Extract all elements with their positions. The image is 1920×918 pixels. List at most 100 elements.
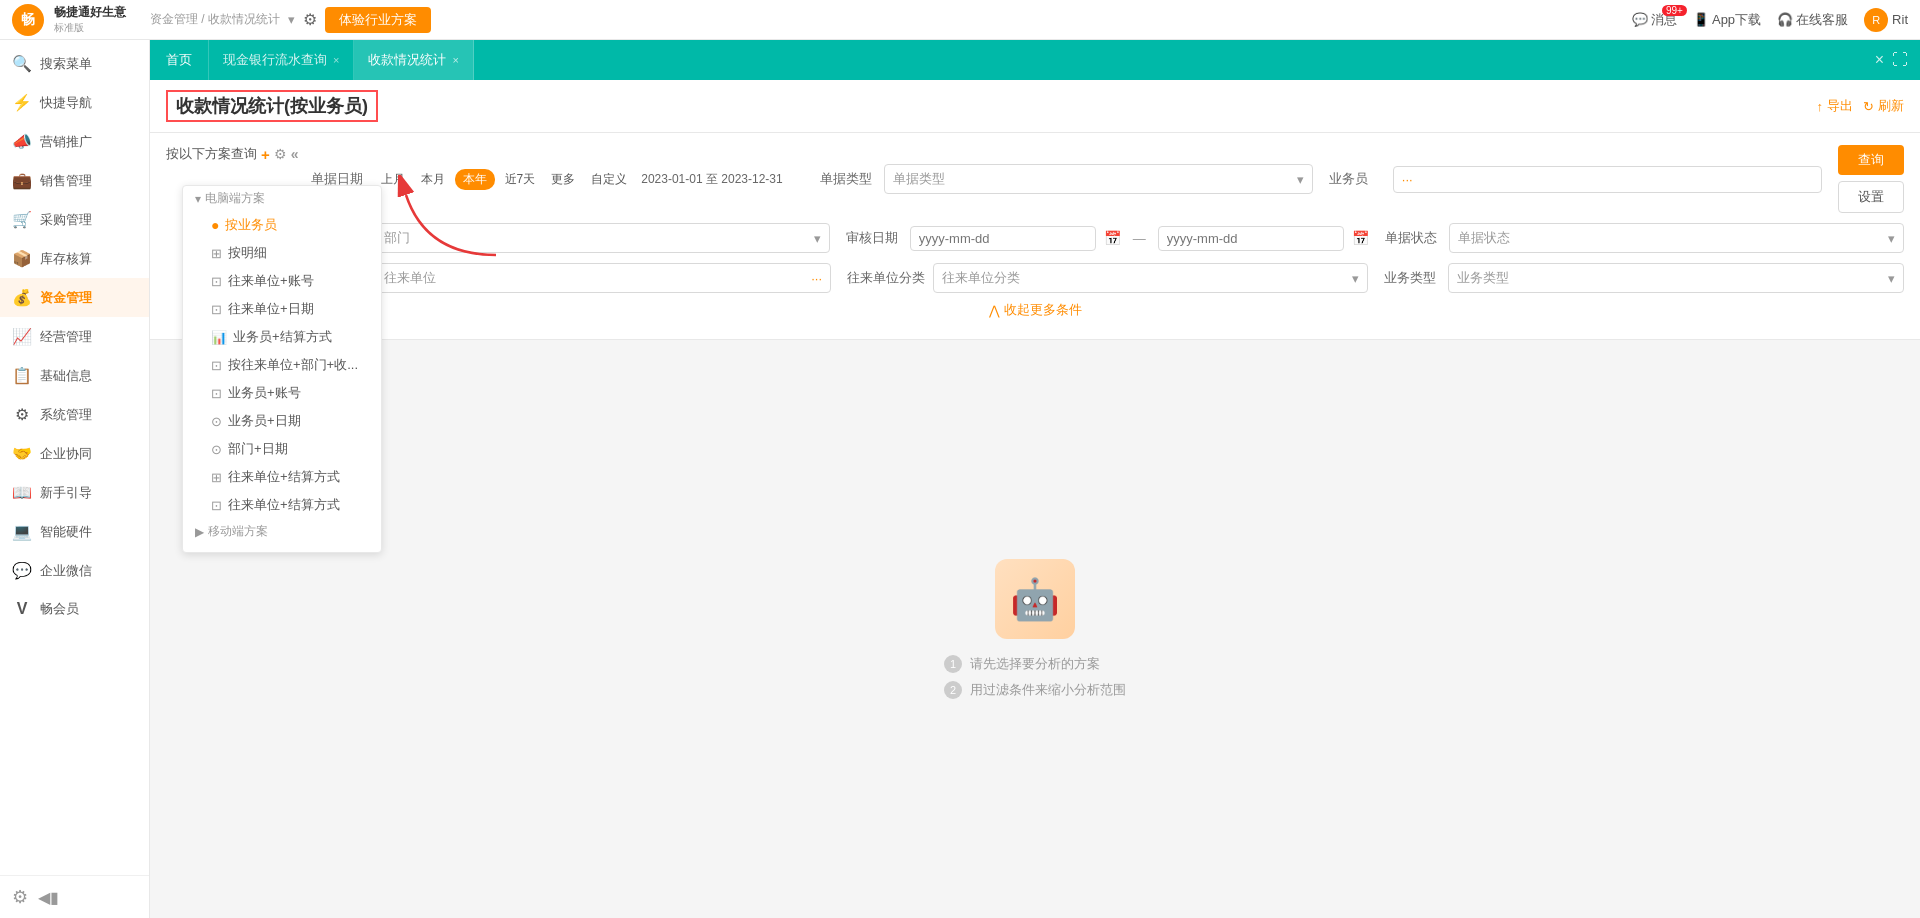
scheme-add-btn[interactable]: + [261, 146, 270, 163]
scheme-partner-account-icon: ⊡ [211, 274, 222, 289]
partner-cat-label: 往来单位分类 [847, 269, 925, 287]
scheme-item-partner-date[interactable]: ⊡ 往来单位+日期 [183, 295, 381, 323]
tab-bank-flow[interactable]: 现金银行流水查询 × [209, 40, 354, 80]
partner-more-btn[interactable]: ··· [811, 271, 822, 286]
filter-cell-salesperson: 业务员 ··· [1329, 166, 1822, 193]
scheme-mobile-group[interactable]: ▶ 移动端方案 [183, 519, 381, 544]
scheme-item-detail[interactable]: ⊞ 按明细 [183, 239, 381, 267]
date-tab-this-year[interactable]: 本年 [455, 169, 495, 190]
user-avatar[interactable]: R Rit [1864, 8, 1908, 32]
tab-bar: 首页 现金银行流水查询 × 收款情况统计 × × ⛶ [150, 40, 1920, 80]
tab-bank-flow-label: 现金银行流水查询 [223, 51, 327, 69]
scheme-item-label-detail: 按明细 [228, 244, 267, 262]
inventory-icon: 📦 [12, 249, 32, 268]
dropdown-arrow-icon[interactable]: ▾ [288, 12, 295, 27]
salesperson-select[interactable]: ··· [1393, 166, 1822, 193]
refresh-btn[interactable]: ↻ 刷新 [1863, 97, 1904, 115]
sidebar-item-wechat[interactable]: 💬 企业微信 [0, 551, 149, 590]
tab-close-all-icon[interactable]: × [1875, 51, 1884, 69]
logo-area: 畅 畅捷通好生意 标准版 [12, 0, 126, 45]
sidebar-item-marketing[interactable]: 📣 营销推广 [0, 122, 149, 161]
calendar-end-icon[interactable]: 📅 [1352, 230, 1369, 246]
sidebar-item-member[interactable]: V 畅会员 [0, 590, 149, 628]
date-tab-this-month[interactable]: 本月 [415, 169, 451, 190]
scheme-partner-settle2-icon: ⊡ [211, 498, 222, 513]
scheme-partner-dept-icon: ⊡ [211, 358, 222, 373]
scheme-item-salesperson-date[interactable]: ⊙ 业务员+日期 [183, 407, 381, 435]
dept-select[interactable]: 部门 ▾ [375, 223, 830, 253]
biz-type-select[interactable]: 业务类型 ▾ [1448, 263, 1904, 293]
sidebar-item-management[interactable]: 📈 经营管理 [0, 317, 149, 356]
sidebar-item-inventory[interactable]: 📦 库存核算 [0, 239, 149, 278]
content-area: 首页 现金银行流水查询 × 收款情况统计 × × ⛶ 收款情况统计(按业务员) [150, 40, 1920, 918]
sidebar-item-system[interactable]: ⚙ 系统管理 [0, 395, 149, 434]
salesperson-more-btn[interactable]: ··· [1402, 172, 1413, 187]
sidebar-item-quicknav[interactable]: ⚡ 快捷导航 [0, 83, 149, 122]
scheme-item-salesperson-settle[interactable]: 📊 业务员+结算方式 [183, 323, 381, 351]
scheme-group-arrow: ▾ [195, 192, 201, 206]
settings-gear-icon[interactable]: ⚙ [303, 10, 317, 29]
scheme-item-partner-settle2[interactable]: ⊡ 往来单位+结算方式 [183, 491, 381, 519]
partner-cat-select[interactable]: 往来单位分类 ▾ [933, 263, 1367, 293]
sidebar-nav: 🔍 搜索菜单 ⚡ 快捷导航 📣 营销推广 💼 销售管理 🛒 采购管理 📦 [0, 40, 149, 875]
sidebar-item-guide[interactable]: 📖 新手引导 [0, 473, 149, 512]
sidebar-item-collab[interactable]: 🤝 企业协同 [0, 434, 149, 473]
collapse-icon: ⋀ [989, 303, 1000, 318]
tab-collection[interactable]: 收款情况统计 × [354, 40, 473, 80]
sidebar-label-system: 系统管理 [40, 406, 92, 424]
hint-text-2: 用过滤条件来缩小分析范围 [970, 681, 1126, 699]
scheme-item-salesperson-account[interactable]: ⊡ 业务员+账号 [183, 379, 381, 407]
filter-row-1: 单据日期 上月 本月 本年 近7天 更多 自定义 2023-01-01 至 20… [311, 145, 1904, 213]
sidebar-item-hardware[interactable]: 💻 智能硬件 [0, 512, 149, 551]
date-tab-custom[interactable]: 自定义 [585, 169, 633, 190]
scheme-item-label-partner-date: 往来单位+日期 [228, 300, 314, 318]
review-date-end[interactable] [1158, 226, 1344, 251]
date-tab-7days[interactable]: 近7天 [499, 169, 542, 190]
tab-bank-flow-close[interactable]: × [333, 54, 339, 66]
tab-maximize-icon[interactable]: ⛶ [1892, 51, 1908, 69]
app-download-btn[interactable]: 📱 App下载 [1693, 11, 1761, 29]
message-count: 99+ [1662, 5, 1687, 16]
app-download-label: App下载 [1712, 11, 1761, 29]
settings-btn[interactable]: 设置 [1838, 181, 1904, 213]
sidebar-item-finance[interactable]: 💰 资金管理 [0, 278, 149, 317]
scheme-desktop-label: 电脑端方案 [205, 190, 265, 207]
scheme-item-partner-account[interactable]: ⊡ 往来单位+账号 [183, 267, 381, 295]
calendar-start-icon[interactable]: 📅 [1104, 230, 1121, 246]
sidebar-item-search[interactable]: 🔍 搜索菜单 [0, 44, 149, 83]
date-tabs: 上月 本月 本年 近7天 更多 自定义 [375, 169, 634, 190]
tab-collection-close[interactable]: × [452, 54, 458, 66]
filter-cell-review-date: 审核日期 📅 — 📅 [846, 226, 1369, 251]
tab-home[interactable]: 首页 [150, 40, 209, 80]
date-tab-more[interactable]: 更多 [545, 169, 581, 190]
scheme-settings-btn[interactable]: ⚙ [274, 146, 287, 162]
doc-status-select[interactable]: 单据状态 ▾ [1449, 223, 1904, 253]
scheme-item-label-partner-settle2: 往来单位+结算方式 [228, 496, 340, 514]
scheme-item-salesperson[interactable]: ● 按业务员 [183, 211, 381, 239]
download-icon: 📱 [1693, 12, 1709, 27]
scheme-item-dept-date[interactable]: ⊙ 部门+日期 [183, 435, 381, 463]
query-btn[interactable]: 查询 [1838, 145, 1904, 175]
review-date-start[interactable] [910, 226, 1096, 251]
partner-select[interactable]: 往来单位 ··· [375, 263, 831, 293]
bottom-arrow-icon[interactable]: ◀▮ [38, 888, 59, 907]
sales-icon: 💼 [12, 171, 32, 190]
scheme-item-partner-dept[interactable]: ⊡ 按往来单位+部门+收... [183, 351, 381, 379]
scheme-collapse-btn[interactable]: « [291, 146, 299, 162]
trial-btn[interactable]: 体验行业方案 [325, 7, 431, 33]
sidebar-label-sales: 销售管理 [40, 172, 92, 190]
sidebar-item-purchase[interactable]: 🛒 采购管理 [0, 200, 149, 239]
bottom-settings-icon[interactable]: ⚙ [12, 886, 28, 908]
scheme-desktop-group[interactable]: ▾ 电脑端方案 [183, 186, 381, 211]
dept-placeholder: 部门 [384, 229, 410, 247]
scheme-dept-date-icon: ⊙ [211, 442, 222, 457]
collapse-bar[interactable]: ⋀ 收起更多条件 [166, 293, 1904, 327]
salesperson-label: 业务员 [1329, 170, 1385, 188]
online-service-btn[interactable]: 🎧 在线客服 [1777, 11, 1848, 29]
sidebar-item-basic[interactable]: 📋 基础信息 [0, 356, 149, 395]
voucher-type-select[interactable]: 单据类型 ▾ [884, 164, 1313, 194]
sidebar-item-sales[interactable]: 💼 销售管理 [0, 161, 149, 200]
message-btn[interactable]: 💬 消息 99+ [1632, 11, 1677, 29]
scheme-item-partner-settle1[interactable]: ⊞ 往来单位+结算方式 [183, 463, 381, 491]
export-btn[interactable]: ↑ 导出 [1817, 97, 1854, 115]
